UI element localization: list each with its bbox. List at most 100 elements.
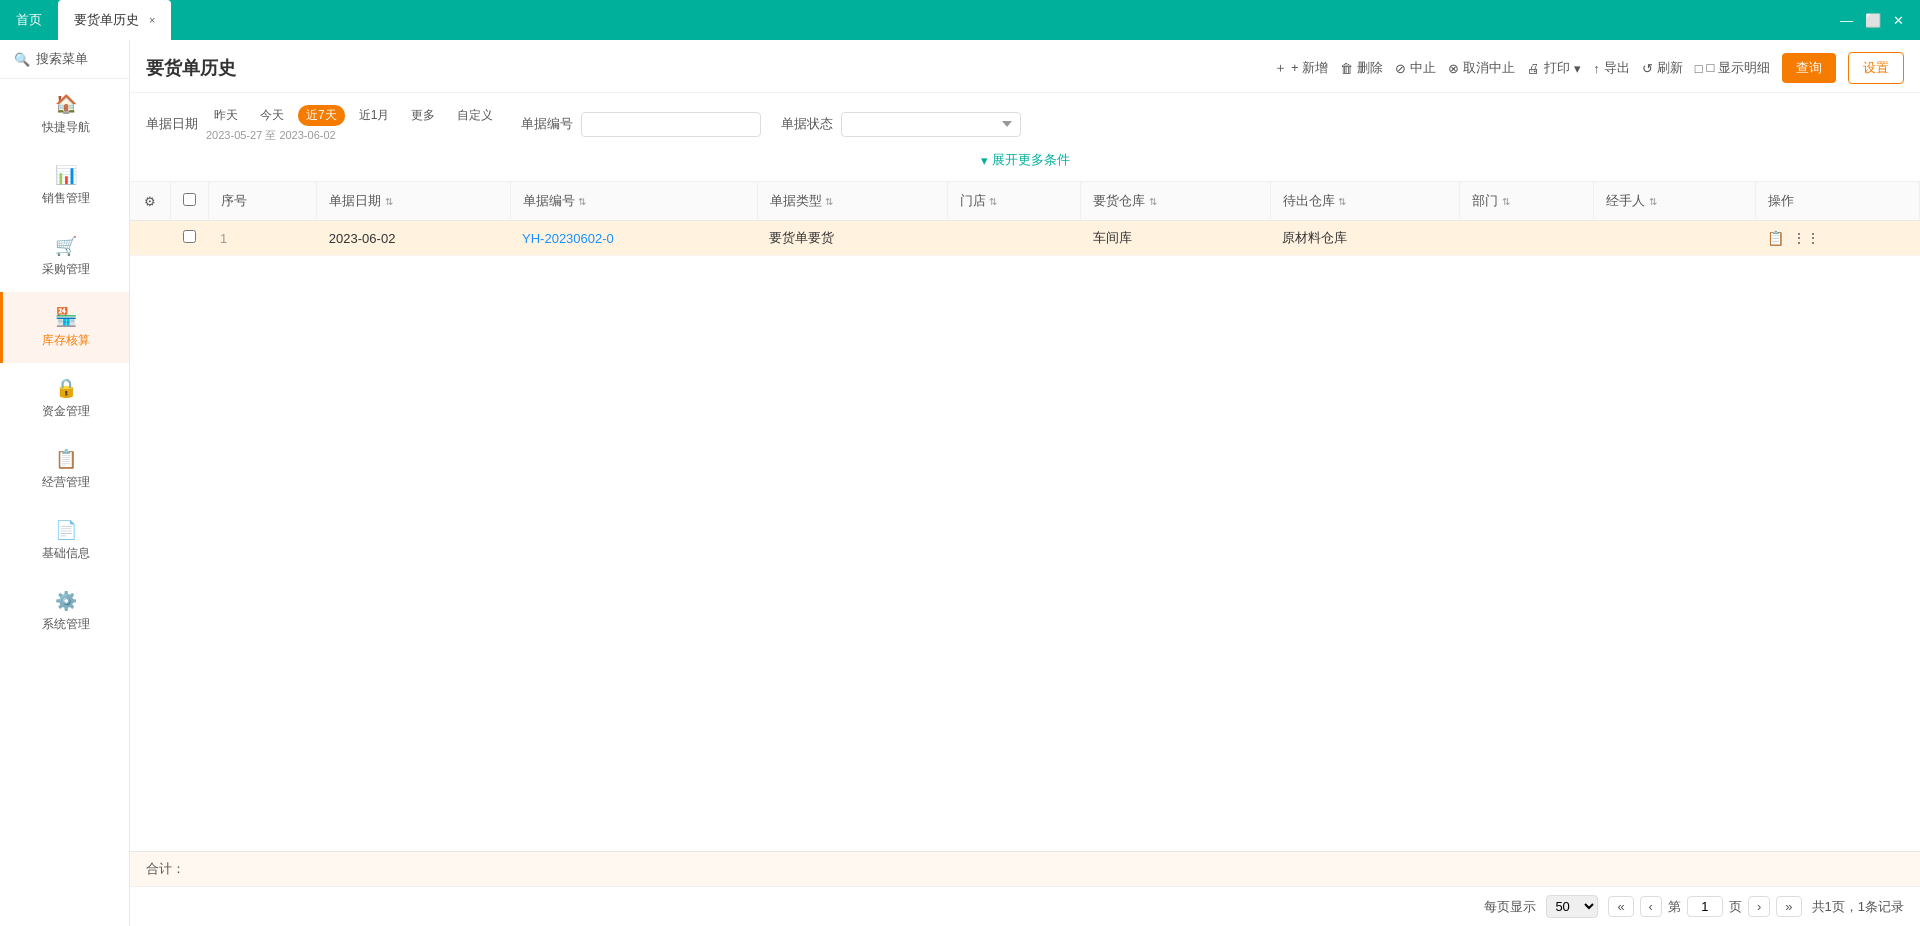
page-nav: « ‹ 第 页 › » [1608,896,1801,917]
system-icon: ⚙️ [55,590,77,612]
col-dept[interactable]: 部门 ⇅ [1460,182,1594,221]
cell-doc-type: 要货单要货 [757,221,947,256]
first-page-button[interactable]: « [1608,896,1633,917]
tab-home[interactable]: 首页 [0,0,58,40]
sort-docno-icon: ⇅ [578,196,586,207]
col-req-warehouse[interactable]: 要货仓库 ⇅ [1081,182,1270,221]
cancel-stop-button[interactable]: ⊗ 取消中止 [1448,59,1515,77]
action-icons: 📋 ⋮⋮ [1767,230,1907,246]
stop-button[interactable]: ⊘ 中止 [1395,59,1436,77]
date-chip-yesterday[interactable]: 昨天 [206,105,246,126]
table-row[interactable]: 1 2023-06-02 YH-20230602-0 要货单要货 车间库 原材料… [130,221,1920,256]
row-checkbox[interactable] [183,230,196,243]
minimize-icon[interactable]: — [1840,13,1853,28]
print-chevron-icon: ▾ [1574,61,1581,76]
show-detail-button[interactable]: □ □ 显示明细 [1695,59,1770,77]
sidebar-search[interactable]: 🔍 搜索菜单 [0,40,129,79]
query-button[interactable]: 查询 [1782,53,1836,83]
cell-num: 1 [208,221,317,256]
new-label: + 新增 [1291,59,1328,77]
sidebar: 🔍 搜索菜单 🏠 快捷导航 📊 销售管理 🛒 采购管理 🏪 库存核算 🔒 资金管… [0,40,130,926]
sidebar-item-basic-info[interactable]: 📄 基础信息 [0,505,129,576]
expand-more-icon: ▾ [981,153,988,168]
select-all-checkbox[interactable] [183,193,196,206]
status-select[interactable] [841,112,1021,137]
cell-dept [1460,221,1594,256]
col-store[interactable]: 门店 ⇅ [947,182,1081,221]
operations-icon: 📋 [55,448,77,470]
col-doc-type[interactable]: 单据类型 ⇅ [757,182,947,221]
sidebar-item-system[interactable]: ⚙️ 系统管理 [0,576,129,647]
prev-page-button[interactable]: ‹ [1640,896,1662,917]
sidebar-item-inventory[interactable]: 🏪 库存核算 [0,292,129,363]
cell-store [947,221,1081,256]
query-label: 查询 [1796,59,1822,77]
status-filter-group: 单据状态 [781,112,1021,137]
date-chip-7days[interactable]: 近7天 [298,105,345,126]
sidebar-item-sales[interactable]: 📊 销售管理 [0,150,129,221]
settings-button[interactable]: 设置 [1848,52,1904,84]
col-handler[interactable]: 经手人 ⇅ [1594,182,1755,221]
date-chip-today[interactable]: 今天 [252,105,292,126]
toolbar: ＋ + 新增 🗑 删除 ⊘ 中止 ⊗ 取消中止 🖨 打印 [1274,52,1904,84]
sidebar-item-operations[interactable]: 📋 经营管理 [0,434,129,505]
doc-no-filter-group: 单据编号 [521,112,761,137]
page-header: 要货单历史 ＋ + 新增 🗑 删除 ⊘ 中止 ⊗ 取消中止 [130,40,1920,93]
more-icon[interactable]: ⋮⋮ [1792,230,1820,246]
export-button[interactable]: ↑ 导出 [1593,59,1630,77]
sidebar-item-label-operations: 经营管理 [42,474,90,491]
col-pending-warehouse[interactable]: 待出仓库 ⇅ [1270,182,1460,221]
tab-bar: 首页 要货单历史 × [0,0,1824,40]
next-page-button[interactable]: › [1748,896,1770,917]
date-chip-custom[interactable]: 自定义 [449,105,501,126]
date-chip-1month[interactable]: 近1月 [351,105,398,126]
tab-close-icon[interactable]: × [149,14,155,26]
sidebar-item-label-inventory: 库存核算 [42,332,90,349]
cancel-stop-icon: ⊗ [1448,61,1459,76]
stop-label: 中止 [1410,59,1436,77]
doc-no-input[interactable] [581,112,761,137]
stop-icon: ⊘ [1395,61,1406,76]
window-controls: — ⬜ ✕ [1824,13,1920,28]
page-prefix-label: 第 [1668,898,1681,916]
inventory-icon: 🏪 [55,306,77,328]
sidebar-item-quick-nav[interactable]: 🏠 快捷导航 [0,79,129,150]
close-icon[interactable]: ✕ [1893,13,1904,28]
expand-more-button[interactable]: ▾ 展开更多条件 [146,151,1904,169]
delete-button[interactable]: 🗑 删除 [1340,59,1383,77]
col-settings[interactable]: ⚙ [130,182,170,221]
table-footer: 合计： [130,851,1920,886]
per-page-select[interactable]: 50 100 200 [1546,895,1598,918]
col-doc-no[interactable]: 单据编号 ⇅ [510,182,757,221]
col-date[interactable]: 单据日期 ⇅ [317,182,510,221]
main-layout: 🔍 搜索菜单 🏠 快捷导航 📊 销售管理 🛒 采购管理 🏪 库存核算 🔒 资金管… [0,40,1920,926]
export-label: 导出 [1604,59,1630,77]
date-range-text: 2023-05-27 至 2023-06-02 [206,128,501,143]
print-button[interactable]: 🖨 打印 ▾ [1527,59,1581,77]
sort-date-icon: ⇅ [385,196,393,207]
date-filter-label: 单据日期 [146,115,198,133]
sidebar-item-finance[interactable]: 🔒 资金管理 [0,363,129,434]
cell-checkbox [170,221,208,256]
sidebar-search-label: 搜索菜单 [36,50,88,68]
sidebar-item-purchase[interactable]: 🛒 采购管理 [0,221,129,292]
col-checkbox [170,182,208,221]
sort-handler-icon: ⇅ [1649,196,1657,207]
date-chip-more[interactable]: 更多 [403,105,443,126]
refresh-icon: ↺ [1642,61,1653,76]
maximize-icon[interactable]: ⬜ [1865,13,1881,28]
table-header-row: ⚙ 序号 单据日期 ⇅ 单据编号 ⇅ 单据类型 ⇅ 门店 ⇅ 要货仓库 ⇅ 待出… [130,182,1920,221]
tab-doc-history-label: 要货单历史 [74,11,139,29]
date-chips: 昨天 今天 近7天 近1月 更多 自定义 [206,105,501,126]
refresh-button[interactable]: ↺ 刷新 [1642,59,1683,77]
cell-date: 2023-06-02 [317,221,510,256]
last-page-button[interactable]: » [1776,896,1801,917]
edit-icon[interactable]: 📋 [1767,230,1784,246]
doc-no-link[interactable]: YH-20230602-0 [522,231,614,246]
pagination-bar: 每页显示 50 100 200 « ‹ 第 页 › » 共1页，1条记录 [130,886,1920,926]
cell-doc-no: YH-20230602-0 [510,221,757,256]
tab-doc-history[interactable]: 要货单历史 × [58,0,171,40]
new-button[interactable]: ＋ + 新增 [1274,59,1328,77]
total-label: 共1页，1条记录 [1812,898,1904,916]
page-input[interactable] [1687,896,1723,917]
